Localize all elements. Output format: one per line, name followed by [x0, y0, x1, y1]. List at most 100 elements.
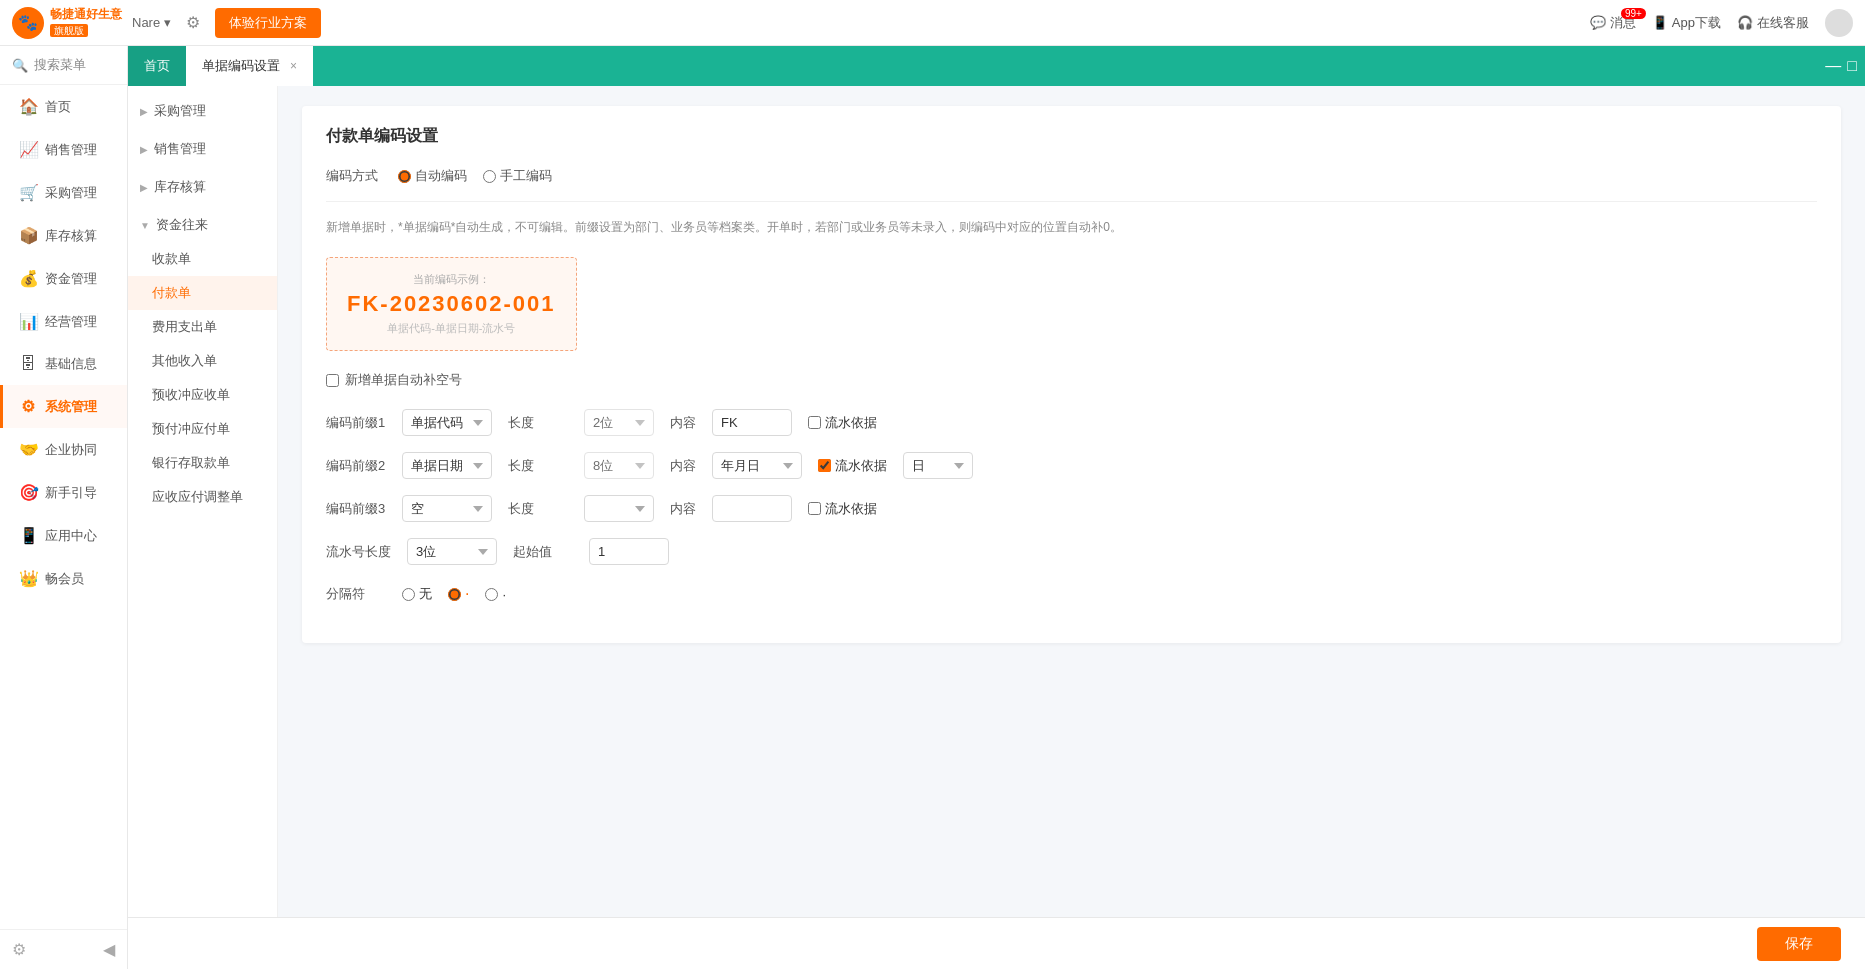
auto-fill-checkbox[interactable] — [326, 374, 339, 387]
tabs-bar: 首页 单据编码设置 × — □ — [128, 46, 1865, 86]
tab-home[interactable]: 首页 — [128, 46, 186, 86]
sidebar-item-inventory[interactable]: 📦 库存核算 — [0, 214, 127, 257]
user-avatar[interactable] — [1825, 9, 1853, 37]
prefix1-select[interactable]: 单据代码 单据代码 — [402, 409, 492, 436]
download-icon: 📱 — [1652, 15, 1668, 30]
prefix1-label: 编码前缀1 — [326, 414, 386, 432]
sidebar-item-finance[interactable]: 💰 资金管理 — [0, 257, 127, 300]
submenu-group-finance-title[interactable]: ▼ 资金往来 — [128, 208, 277, 242]
logo-text: 畅捷通好生意 旗舰版 — [50, 7, 122, 38]
preview-desc: 单据代码-单据日期-流水号 — [347, 321, 556, 336]
manual-encode-radio[interactable]: 手工编码 — [483, 167, 552, 185]
main-content: 付款单编码设置 编码方式 自动编码 手工编码 新增单据时，*单据编码*自动生成，… — [278, 86, 1865, 917]
chevron-right-icon: ▶ — [140, 106, 148, 117]
sidebar-item-purchase[interactable]: 🛒 采购管理 — [0, 171, 127, 214]
prefix-row-2: 编码前缀2 单据日期 长度 8位 内容 年月日 流水依据 日 月 — [326, 452, 1817, 479]
submenu-item-bank[interactable]: 银行存取款单 — [128, 446, 277, 480]
water3-label[interactable]: 流水依据 — [825, 500, 877, 518]
online-service-button[interactable]: 🎧 在线客服 — [1737, 14, 1809, 32]
prefix-row-3: 编码前缀3 空 长度 内容 流水依据 — [326, 495, 1817, 522]
sep-dot-radio[interactable]: · — [448, 585, 469, 603]
tab-maximize-icon[interactable]: □ — [1847, 57, 1857, 75]
water2-label[interactable]: 流水依据 — [835, 457, 887, 475]
water2-checkbox-group: 流水依据 — [818, 457, 887, 475]
preview-code: FK-20230602-001 — [347, 291, 556, 317]
logo-icon: 🐾 — [12, 7, 44, 39]
submenu-item-pre-receive[interactable]: 预收冲应收单 — [128, 378, 277, 412]
chevron-right-icon-2: ▶ — [140, 144, 148, 155]
length1-select[interactable]: 2位 2位 — [584, 409, 654, 436]
length2-label: 长度 — [508, 457, 568, 475]
finance-icon: 💰 — [19, 269, 37, 288]
sidebar-item-member[interactable]: 👑 畅会员 — [0, 557, 127, 600]
length2-select[interactable]: 8位 — [584, 452, 654, 479]
prefix2-select[interactable]: 单据日期 — [402, 452, 492, 479]
sidebar-item-sales[interactable]: 📈 销售管理 — [0, 128, 127, 171]
submenu-item-expense[interactable]: 费用支出单 — [128, 310, 277, 344]
content1-input[interactable] — [712, 409, 792, 436]
appcenter-icon: 📱 — [19, 526, 37, 545]
message-icon: 💬 — [1590, 15, 1606, 30]
serial-length-select[interactable]: 3位 4位 5位 — [407, 538, 497, 565]
content2-select[interactable]: 年月日 — [712, 452, 802, 479]
app-download-button[interactable]: 📱 App下载 — [1652, 14, 1721, 32]
submenu-group-inventory: ▶ 库存核算 — [128, 170, 277, 204]
sidebar-item-appcenter[interactable]: 📱 应用中心 — [0, 514, 127, 557]
submenu-item-payment[interactable]: 付款单 — [128, 276, 277, 310]
tab-close-icon[interactable]: × — [290, 59, 297, 73]
sidebar-item-newguide[interactable]: 🎯 新手引导 — [0, 471, 127, 514]
sidebar-item-basic[interactable]: 🗄 基础信息 — [0, 343, 127, 385]
inventory-icon: 📦 — [19, 226, 37, 245]
top-bar-right: 💬 消息 99+ 📱 App下载 🎧 在线客服 — [1590, 9, 1853, 37]
separator-row: 分隔符 无 · · — [326, 585, 1817, 603]
content3-input[interactable] — [712, 495, 792, 522]
water1-checkbox[interactable] — [808, 416, 821, 429]
hint-text: 新增单据时，*单据编码*自动生成，不可编辑。前缀设置为部门、业务员等档案类。开单… — [326, 218, 1817, 237]
water2-checkbox[interactable] — [818, 459, 831, 472]
tab-minimize-icon[interactable]: — — [1825, 57, 1841, 75]
length3-label: 长度 — [508, 500, 568, 518]
prefix-row-1: 编码前缀1 单据代码 单据代码 长度 2位 2位 内容 流水依据 — [326, 409, 1817, 436]
chevron-right-icon-3: ▶ — [140, 182, 148, 193]
nav-dropdown[interactable]: Nare ▾ — [132, 15, 171, 30]
length1-label: 长度 — [508, 414, 568, 432]
logo-area: 🐾 畅捷通好生意 旗舰版 — [12, 7, 122, 39]
tab-document-encoding[interactable]: 单据编码设置 × — [186, 46, 313, 86]
content1-label: 内容 — [670, 414, 696, 432]
period-select[interactable]: 日 月 — [903, 452, 973, 479]
start-value-input[interactable] — [589, 538, 669, 565]
length3-select[interactable] — [584, 495, 654, 522]
settings-icon[interactable]: ⚙ — [179, 9, 207, 37]
sidebar-item-operation[interactable]: 📊 经营管理 — [0, 300, 127, 343]
submenu-group-inventory-title[interactable]: ▶ 库存核算 — [128, 170, 277, 204]
submenu-item-receipt[interactable]: 收款单 — [128, 242, 277, 276]
content2-label: 内容 — [670, 457, 696, 475]
water1-label[interactable]: 流水依据 — [825, 414, 877, 432]
start-value-label: 起始值 — [513, 543, 573, 561]
sidebar-item-system[interactable]: ⚙ 系统管理 — [0, 385, 127, 428]
submenu-item-other-income[interactable]: 其他收入单 — [128, 344, 277, 378]
water3-checkbox[interactable] — [808, 502, 821, 515]
sep-dot2-radio[interactable]: · — [485, 587, 506, 602]
message-badge: 99+ — [1621, 8, 1646, 19]
home-icon: 🏠 — [19, 97, 37, 116]
message-button[interactable]: 💬 消息 99+ — [1590, 14, 1636, 32]
trial-button[interactable]: 体验行业方案 — [215, 8, 321, 38]
submenu-item-pre-pay[interactable]: 预付冲应付单 — [128, 412, 277, 446]
submenu-group-purchase: ▶ 采购管理 — [128, 94, 277, 128]
submenu-group-purchase-title[interactable]: ▶ 采购管理 — [128, 94, 277, 128]
sidebar-item-enterprise[interactable]: 🤝 企业协同 — [0, 428, 127, 471]
search-menu[interactable]: 🔍 搜索菜单 — [0, 46, 127, 85]
submenu-group-sales-title[interactable]: ▶ 销售管理 — [128, 132, 277, 166]
auto-fill-label[interactable]: 新增单据自动补空号 — [345, 371, 462, 389]
serial-length-label: 流水号长度 — [326, 543, 391, 561]
submenu-item-adjust[interactable]: 应收应付调整单 — [128, 480, 277, 514]
sep-none-radio[interactable]: 无 — [402, 585, 432, 603]
content3-label: 内容 — [670, 500, 696, 518]
auto-encode-radio[interactable]: 自动编码 — [398, 167, 467, 185]
sidebar-item-home[interactable]: 🏠 首页 — [0, 85, 127, 128]
sales-icon: 📈 — [19, 140, 37, 159]
water3-checkbox-group: 流水依据 — [808, 500, 877, 518]
prefix3-select[interactable]: 空 — [402, 495, 492, 522]
water1-checkbox-group: 流水依据 — [808, 414, 877, 432]
